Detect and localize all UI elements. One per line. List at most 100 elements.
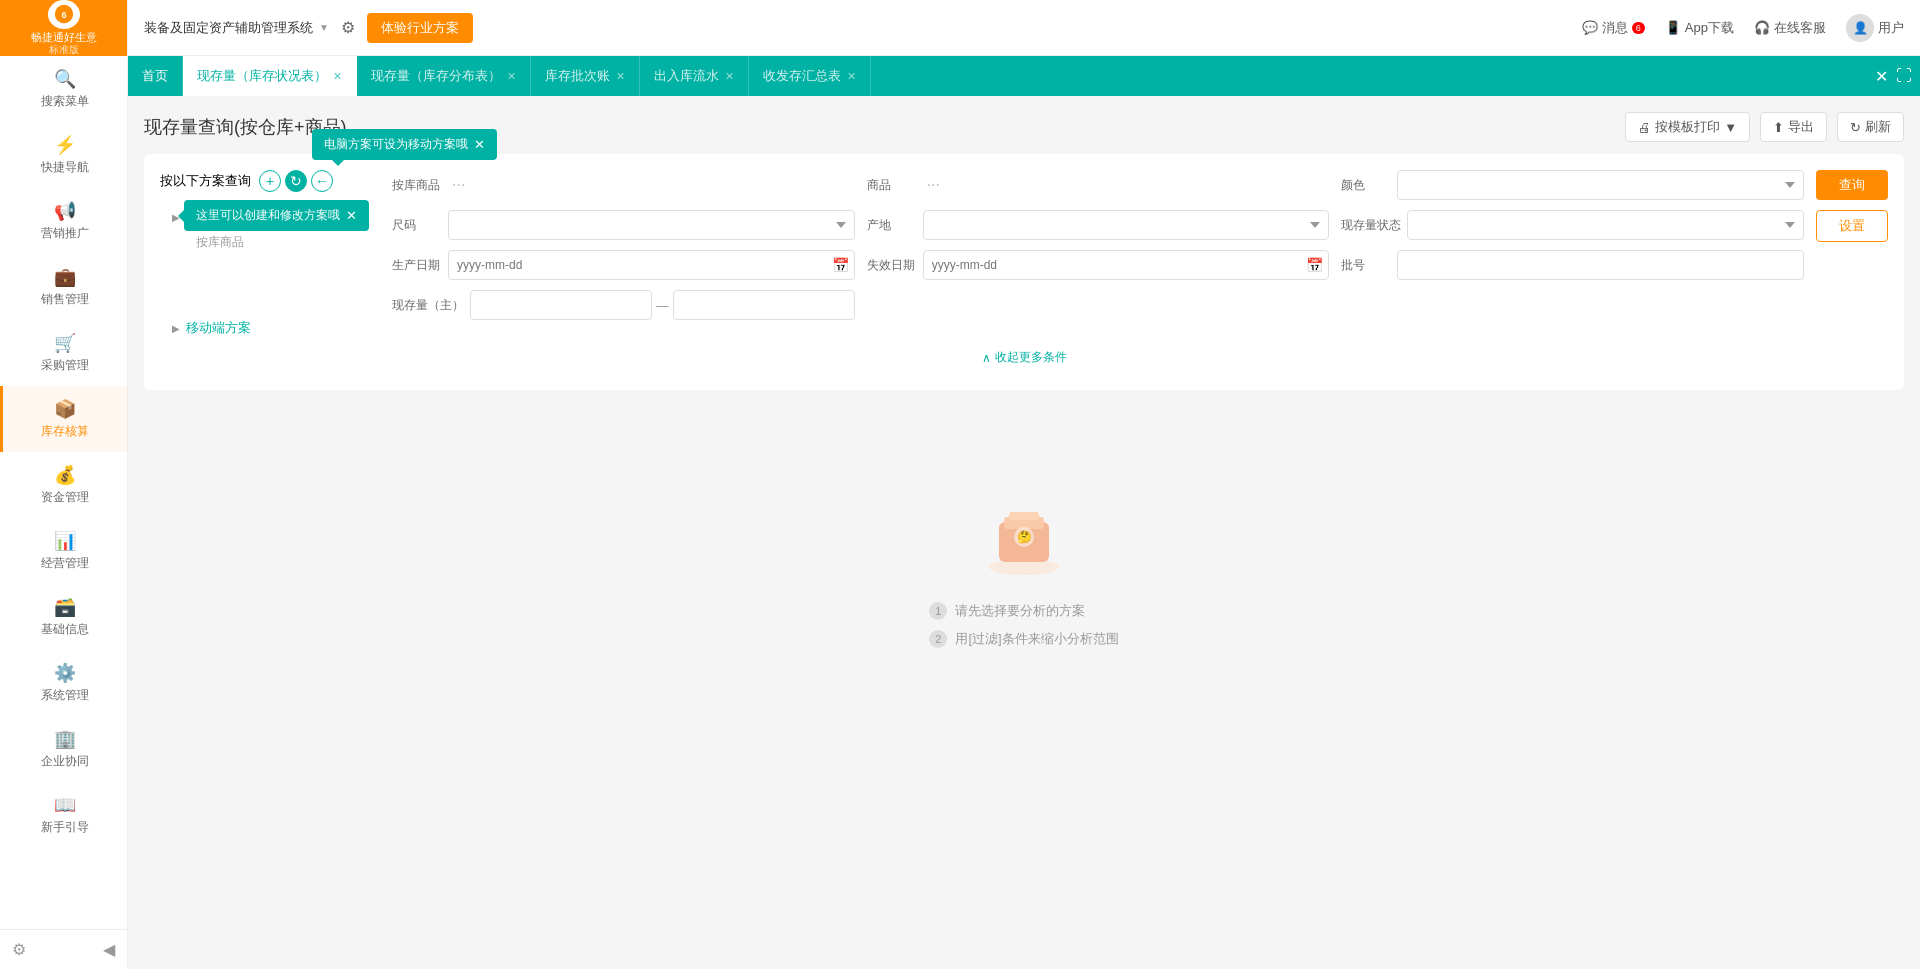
tooltip-scheme-create: 这里可以创建和修改方案哦 ✕ [184,200,369,231]
refresh-button[interactable]: ↻ 刷新 [1837,112,1904,142]
tooltip2-close[interactable]: ✕ [346,208,357,223]
print-button[interactable]: 🖨 按模板打印 ▼ [1625,112,1750,142]
search-button[interactable]: 查询 [1816,170,1888,200]
warehouse-dots[interactable]: ··· [448,176,469,194]
messages-button[interactable]: 💬 消息 6 [1582,19,1645,37]
header-settings-icon[interactable]: ⚙ [341,18,355,37]
logo-icon: 6 [48,0,80,29]
app-selector[interactable]: 装备及固定资产辅助管理系统 ▼ [144,19,329,37]
online-support-button[interactable]: 🎧 在线客服 [1754,19,1826,37]
sidebar-item-guide[interactable]: 📖新手引导 [0,782,127,848]
scheme-desktop-children: 按库商品 [160,230,380,255]
sidebar: 6 畅捷通好生意 标准版 🔍搜索菜单 ⚡快捷导航 📢营销推广 💼销售管理 🛒采购… [0,0,128,969]
collapse-sidebar-icon[interactable]: ◀ [103,940,115,959]
stock-status-select[interactable] [1407,210,1804,240]
collapse-bar[interactable]: ∧ 收起更多条件 [160,341,1888,374]
print-arrow: ▼ [1724,120,1737,135]
sidebar-item-purchase[interactable]: 🛒采购管理 [0,320,127,386]
logo-text: 畅捷通好生意 [31,31,97,44]
goods-dots[interactable]: ··· [923,176,944,194]
expiry-date-input[interactable] [923,250,1330,280]
scheme-mobile[interactable]: ▶ 移动端方案 [160,315,380,341]
sales-icon: 💼 [54,266,76,288]
scheme-tree: ▶ 电脑端方案 按库商品 这里可以创建和修改方案哦 ✕ ▶ [160,204,380,341]
app-download-button[interactable]: 📱 App下载 [1665,19,1734,37]
tab-stock-batch[interactable]: 库存批次账 ✕ [531,56,640,96]
svg-text:6: 6 [61,10,66,20]
tab-close-all-icon[interactable]: ✕ [1875,67,1888,86]
expiry-date-calendar-icon[interactable]: 📅 [1306,257,1323,273]
production-date-input[interactable] [448,250,855,280]
sidebar-item-finance[interactable]: 💰资金管理 [0,452,127,518]
empty-state: 🤔 1 请先选择要分析的方案 2 用[过滤]条件来缩小分析范围 [144,402,1904,728]
tooltip1-close[interactable]: ✕ [474,137,485,152]
sidebar-item-operation[interactable]: 📊经营管理 [0,518,127,584]
add-scheme-button[interactable]: + [259,170,281,192]
svg-text:🤔: 🤔 [1017,529,1032,544]
inventory-icon: 📦 [54,398,76,420]
sidebar-logo: 6 畅捷通好生意 标准版 [0,0,127,56]
message-badge: 6 [1632,22,1645,34]
tab-stock-status-close[interactable]: ✕ [333,70,342,83]
sidebar-item-enterprise[interactable]: 🏢企业协同 [0,716,127,782]
export-button[interactable]: ⬆ 导出 [1760,112,1827,142]
app-selector-arrow: ▼ [319,22,329,33]
purchase-icon: 🛒 [54,332,76,354]
tab-stock-batch-close[interactable]: ✕ [616,70,625,83]
tab-expand-icon[interactable]: ⛶ [1896,67,1912,85]
tab-home[interactable]: 首页 [128,56,183,96]
empty-steps: 1 请先选择要分析的方案 2 用[过滤]条件来缩小分析范围 [929,602,1118,648]
operation-icon: 📊 [54,530,76,552]
tab-stock-status[interactable]: 现存量（库存状况表） ✕ [183,56,357,96]
scheme-desktop-item[interactable]: 按库商品 [184,230,380,255]
filter-row-1: 按库商品 ··· 商品 ··· 颜色 [392,170,1804,200]
field-stock-status: 现存量状态 [1341,210,1804,240]
tab-stock-dist-close[interactable]: ✕ [507,70,516,83]
trial-button[interactable]: 体验行业方案 [367,13,473,43]
color-select[interactable] [1397,170,1804,200]
sidebar-item-marketing[interactable]: 📢营销推广 [0,188,127,254]
marketing-icon: 📢 [54,200,76,222]
batch-label: 批号 [1341,257,1391,274]
stock-main-label: 现存量（主） [392,297,464,314]
field-goods: 商品 ··· [867,176,1330,194]
tab-stock-dist[interactable]: 现存量（库存分布表） ✕ [357,56,531,96]
stock-main-max-input[interactable] [673,290,855,320]
collapse-up-icon: ∧ [982,351,991,365]
set-button[interactable]: 设置 [1816,210,1888,242]
origin-select[interactable] [923,210,1330,240]
tab-stock-summary-label: 收发存汇总表 [763,67,841,85]
action-buttons: 查询 设置 [1816,170,1888,242]
page-content: 现存量查询(按仓库+商品) 🖨 按模板打印 ▼ ⬆ 导出 ↻ 刷新 [128,96,1920,969]
sidebar-item-base[interactable]: 🗃️基础信息 [0,584,127,650]
batch-input[interactable] [1397,250,1804,280]
sidebar-item-search[interactable]: 🔍搜索菜单 [0,56,127,122]
quick-icon: ⚡ [54,134,76,156]
sidebar-item-sales[interactable]: 💼销售管理 [0,254,127,320]
tab-stock-summary[interactable]: 收发存汇总表 ✕ [749,56,871,96]
sidebar-item-system[interactable]: ⚙️系统管理 [0,650,127,716]
sidebar-item-inventory[interactable]: 📦库存核算 [0,386,127,452]
user-menu[interactable]: 👤 用户 [1846,14,1904,42]
filter-card: 按以下方案查询 + ↻ ← 电脑方案可设为移动方案哦 ✕ [144,154,1904,390]
headset-icon: 🎧 [1754,20,1770,35]
empty-step-2: 2 用[过滤]条件来缩小分析范围 [929,630,1118,648]
refresh-icon: ↻ [1850,120,1861,135]
tab-stock-flow[interactable]: 出入库流水 ✕ [640,56,749,96]
empty-step-1: 1 请先选择要分析的方案 [929,602,1118,620]
filter-row-2: 尺码 产地 现存量状态 [392,210,1804,240]
back-scheme-button[interactable]: ← [311,170,333,192]
settings-footer-icon[interactable]: ⚙ [12,940,26,959]
refresh-scheme-button[interactable]: ↻ [285,170,307,192]
tab-stock-flow-close[interactable]: ✕ [725,70,734,83]
production-date-calendar-icon[interactable]: 📅 [832,257,849,273]
stock-main-min-input[interactable] [470,290,652,320]
filter-row-3: 生产日期 📅 失效日期 📅 [392,250,1804,280]
sidebar-item-quick[interactable]: ⚡快捷导航 [0,122,127,188]
expiry-date-wrapper: 📅 [923,250,1330,280]
production-date-label: 生产日期 [392,257,442,274]
tab-stock-summary-close[interactable]: ✕ [847,70,856,83]
size-select[interactable] [448,210,855,240]
sidebar-footer: ⚙ ◀ [0,929,127,969]
production-date-wrapper: 📅 [448,250,855,280]
